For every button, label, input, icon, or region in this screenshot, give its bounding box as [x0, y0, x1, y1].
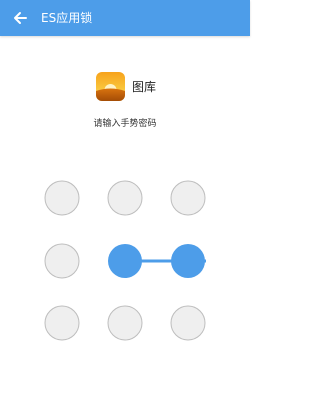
pattern-dot-7[interactable] [44, 305, 80, 341]
pattern-dot-1[interactable] [44, 180, 80, 216]
pattern-lock[interactable] [0, 0, 250, 400]
pattern-dot-9[interactable] [170, 305, 206, 341]
pattern-dot-3[interactable] [170, 180, 206, 216]
pattern-dot-5[interactable] [108, 244, 142, 278]
pattern-dot-2[interactable] [107, 180, 143, 216]
pattern-dot-4[interactable] [44, 243, 80, 279]
pattern-dot-8[interactable] [107, 305, 143, 341]
pattern-dot-6[interactable] [171, 244, 205, 278]
